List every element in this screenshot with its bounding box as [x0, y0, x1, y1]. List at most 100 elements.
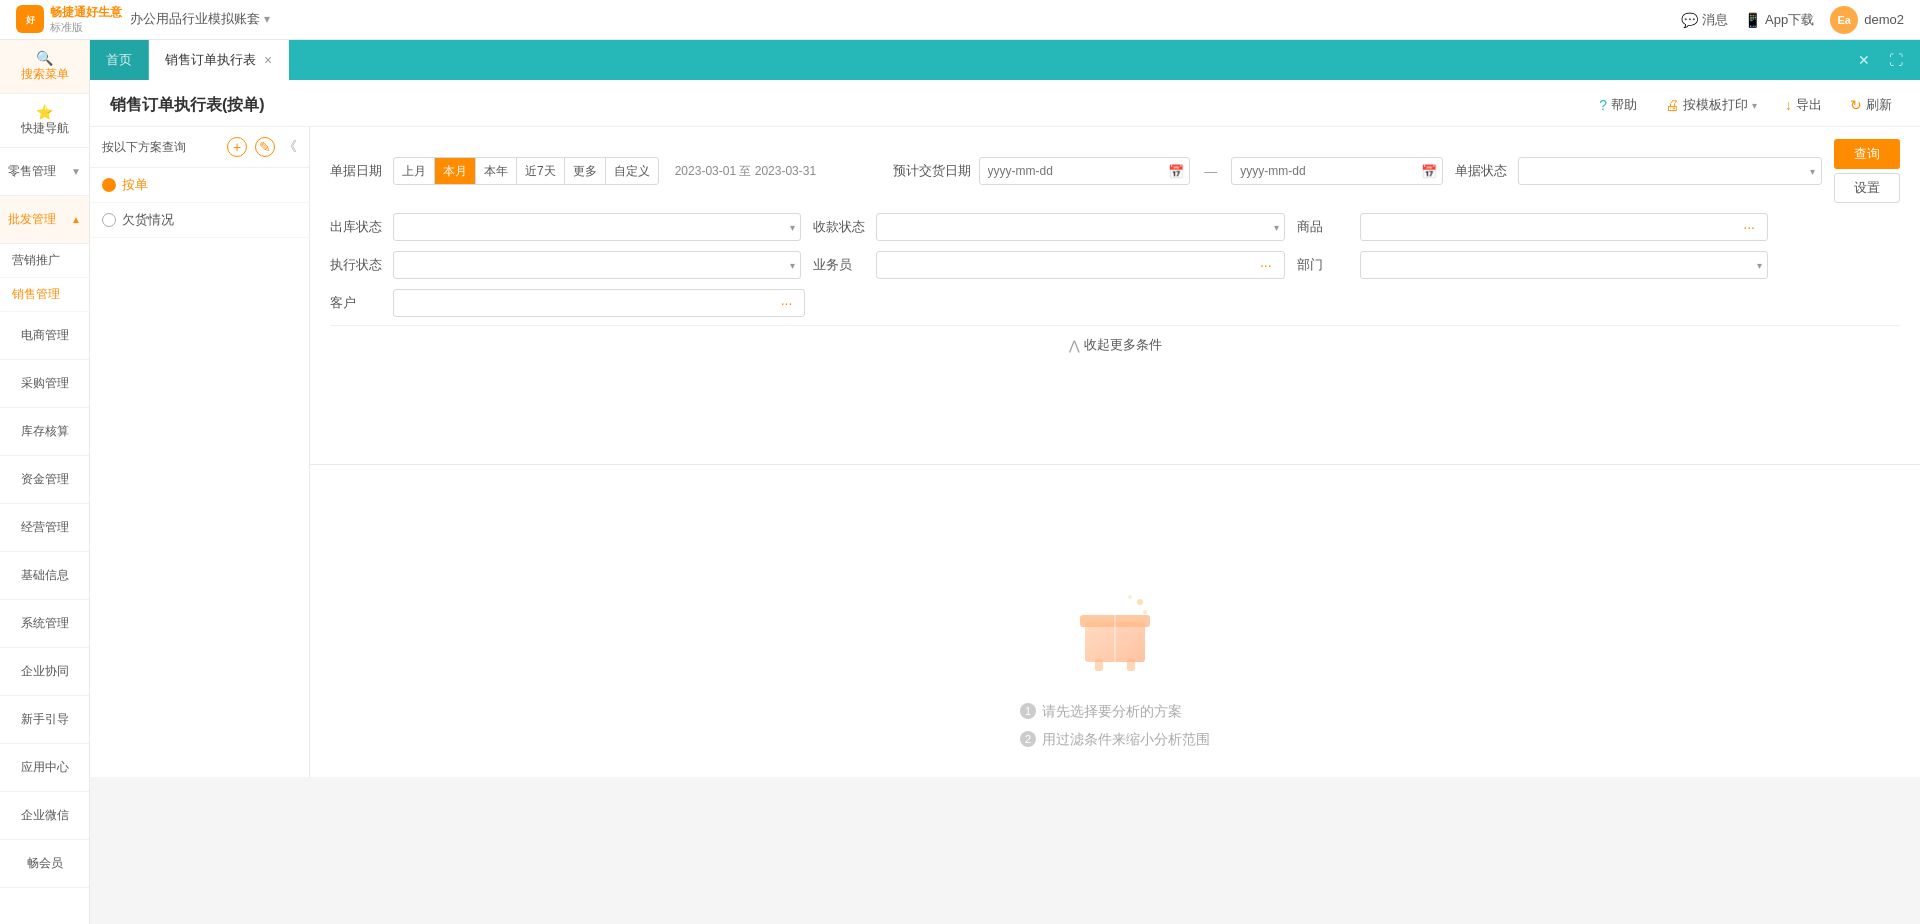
sidebar-item-newbie[interactable]: 新手引导 [0, 696, 89, 744]
app-download-action[interactable]: 📱 App下载 [1744, 11, 1814, 29]
help-label: 帮助 [1611, 96, 1637, 114]
refresh-action-btn[interactable]: ↻ 刷新 [1842, 92, 1900, 118]
sf-menu-item-欠货情况[interactable]: 欠货情况 [90, 203, 309, 238]
filter-row-4: 客户 ··· [330, 289, 1900, 317]
sidebar-newbie-label: 新手引导 [21, 711, 69, 728]
exec-status-label: 执行状态 [330, 256, 385, 274]
breadcrumb-arrow-icon[interactable]: ▾ [264, 12, 270, 26]
date-tab-last-month[interactable]: 上月 [394, 158, 435, 184]
goods-label: 商品 [1297, 218, 1352, 236]
sidebar-item-finance[interactable]: 资金管理 [0, 456, 89, 504]
home-tab-label: 首页 [106, 51, 132, 69]
sidebar-nav: 🔍 搜索菜单 ⭐ 快捷导航 零售管理 ▼ 批发管理 ▲ 营销推广 销售管理 电商… [0, 40, 90, 924]
customer-input-wrap[interactable]: ··· [393, 289, 805, 317]
help-icon: ? [1599, 97, 1607, 113]
salesperson-threedot-icon[interactable]: ··· [1256, 257, 1276, 273]
main-layout: 🔍 搜索菜单 ⭐ 快捷导航 零售管理 ▼ 批发管理 ▲ 营销推广 销售管理 电商… [0, 40, 1920, 924]
user-area[interactable]: Ea demo2 [1830, 6, 1904, 34]
sidebar-item-purchase[interactable]: 采购管理 [0, 360, 89, 408]
sidebar-filter-title: 按以下方案查询 [102, 139, 186, 156]
sidebar-item-member[interactable]: 畅会员 [0, 840, 89, 888]
message-action[interactable]: 💬 消息 [1681, 11, 1728, 29]
sf-add-btn[interactable]: + [227, 137, 247, 157]
date-tab-more[interactable]: 更多 [565, 158, 606, 184]
print-label: 按模板打印 [1683, 96, 1748, 114]
collapse-conditions-btn[interactable]: ⋀ 收起更多条件 [1057, 332, 1174, 358]
print-action-btn[interactable]: 🖨 按模板打印 ▾ [1657, 92, 1765, 118]
active-tab-label: 销售订单执行表 [165, 51, 256, 69]
sidebar-item-search[interactable]: 🔍 搜索菜单 [0, 40, 89, 94]
sidebar-item-basic[interactable]: 基础信息 [0, 552, 89, 600]
date-tab-this-month[interactable]: 本月 [435, 158, 476, 184]
exec-select[interactable] [393, 251, 801, 279]
svg-point-7 [1128, 595, 1132, 599]
tab-bar: 首页 销售订单执行表 × ✕ ⛶ [90, 40, 1920, 80]
expected-date-group: 预计交货日期 📅 — 📅 [893, 157, 1444, 185]
print-icon: 🖨 [1665, 97, 1679, 113]
sidebar-wechat-label: 企业微信 [21, 807, 69, 824]
page-content: 销售订单执行表(按单) ? 帮助 🖨 按模板打印 ▾ ↓ 导出 [90, 80, 1920, 924]
customer-threedot-icon[interactable]: ··· [777, 295, 797, 311]
avatar-initials: Ea [1838, 14, 1851, 26]
sidebar-item-quicknav[interactable]: ⭐ 快捷导航 [0, 94, 89, 148]
date-tabs-container: 上月 本月 本年 近7天 更多 自定义 [393, 157, 659, 185]
salesperson-input-wrap[interactable]: ··· [876, 251, 1284, 279]
print-arrow-icon: ▾ [1752, 100, 1757, 111]
sidebar-item-appcenter[interactable]: 应用中心 [0, 744, 89, 792]
sidebar-item-operation[interactable]: 经营管理 [0, 504, 89, 552]
dept-dropdown: ▾ [1360, 251, 1768, 279]
filter-row-2: 出库状态 ▾ 收款状态 [330, 213, 1900, 241]
goods-input-wrap[interactable]: ··· [1360, 213, 1768, 241]
logo-area: 好 畅捷通好生意 标准版 [16, 5, 122, 35]
expected-date-start-input[interactable] [979, 157, 1191, 185]
sidebar-item-marketing[interactable]: 营销推广 [0, 244, 89, 278]
tab-close-icon[interactable]: × [264, 52, 272, 68]
sidebar-item-ecommerce[interactable]: 电商管理 [0, 312, 89, 360]
sidebar-basic-label: 基础信息 [21, 567, 69, 584]
status-dropdown[interactable]: ▾ [1518, 157, 1822, 185]
receipt-dropdown: ▾ [876, 213, 1284, 241]
date-tab-7days[interactable]: 近7天 [517, 158, 565, 184]
sidebar-item-wholesale[interactable]: 批发管理 ▲ [0, 196, 89, 244]
outbound-select[interactable] [393, 213, 801, 241]
svg-text:好: 好 [25, 15, 36, 25]
expected-date-end-input[interactable] [1231, 157, 1443, 185]
tab-close-window-btn[interactable]: ✕ [1852, 48, 1876, 72]
collapse-conditions: ⋀ 收起更多条件 [330, 325, 1900, 364]
sf-edit-btn[interactable]: ✎ [255, 137, 275, 157]
sidebar-inventory-label: 库存核算 [21, 423, 69, 440]
date-tab-this-year[interactable]: 本年 [476, 158, 517, 184]
receipt-select[interactable] [876, 213, 1284, 241]
sf-menu-item-按单[interactable]: 按单 [90, 168, 309, 203]
search-nav-icon: 🔍 [36, 50, 53, 66]
content-area: 首页 销售订单执行表 × ✕ ⛶ 销售订单执行表(按单) ? 帮助 [90, 40, 1920, 924]
date-tab-custom[interactable]: 自定义 [606, 158, 658, 184]
dept-select[interactable] [1360, 251, 1768, 279]
outbound-status-label: 出库状态 [330, 218, 385, 236]
user-name: demo2 [1864, 12, 1904, 27]
breadcrumb-text: 办公用品行业模拟账套 [130, 10, 260, 28]
sidebar-operation-label: 经营管理 [21, 519, 69, 536]
sidebar-item-retail[interactable]: 零售管理 ▼ [0, 148, 89, 196]
help-action-btn[interactable]: ? 帮助 [1591, 92, 1645, 118]
sidebar-item-inventory[interactable]: 库存核算 [0, 408, 89, 456]
receipt-status-label: 收款状态 [813, 218, 868, 236]
setting-button[interactable]: 设置 [1834, 173, 1900, 203]
sidebar-item-enterprise[interactable]: 企业协同 [0, 648, 89, 696]
sidebar-item-system[interactable]: 系统管理 [0, 600, 89, 648]
export-action-btn[interactable]: ↓ 导出 [1777, 92, 1830, 118]
header-right: 💬 消息 📱 App下载 Ea demo2 [1681, 6, 1904, 34]
svg-rect-9 [1127, 659, 1135, 671]
tab-maximize-btn[interactable]: ⛶ [1884, 48, 1908, 72]
exec-dropdown: ▾ [393, 251, 801, 279]
export-label: 导出 [1796, 96, 1822, 114]
tab-home[interactable]: 首页 [90, 40, 149, 80]
goods-threedot-icon[interactable]: ··· [1739, 219, 1759, 235]
query-button[interactable]: 查询 [1834, 139, 1900, 169]
sf-collapse-btn[interactable]: 《 [283, 138, 297, 156]
date-separator: — [1204, 164, 1217, 179]
message-label: 消息 [1702, 11, 1728, 29]
tab-active[interactable]: 销售订单执行表 × [149, 40, 289, 80]
sidebar-item-wechat[interactable]: 企业微信 [0, 792, 89, 840]
sidebar-item-sales[interactable]: 销售管理 [0, 278, 89, 312]
